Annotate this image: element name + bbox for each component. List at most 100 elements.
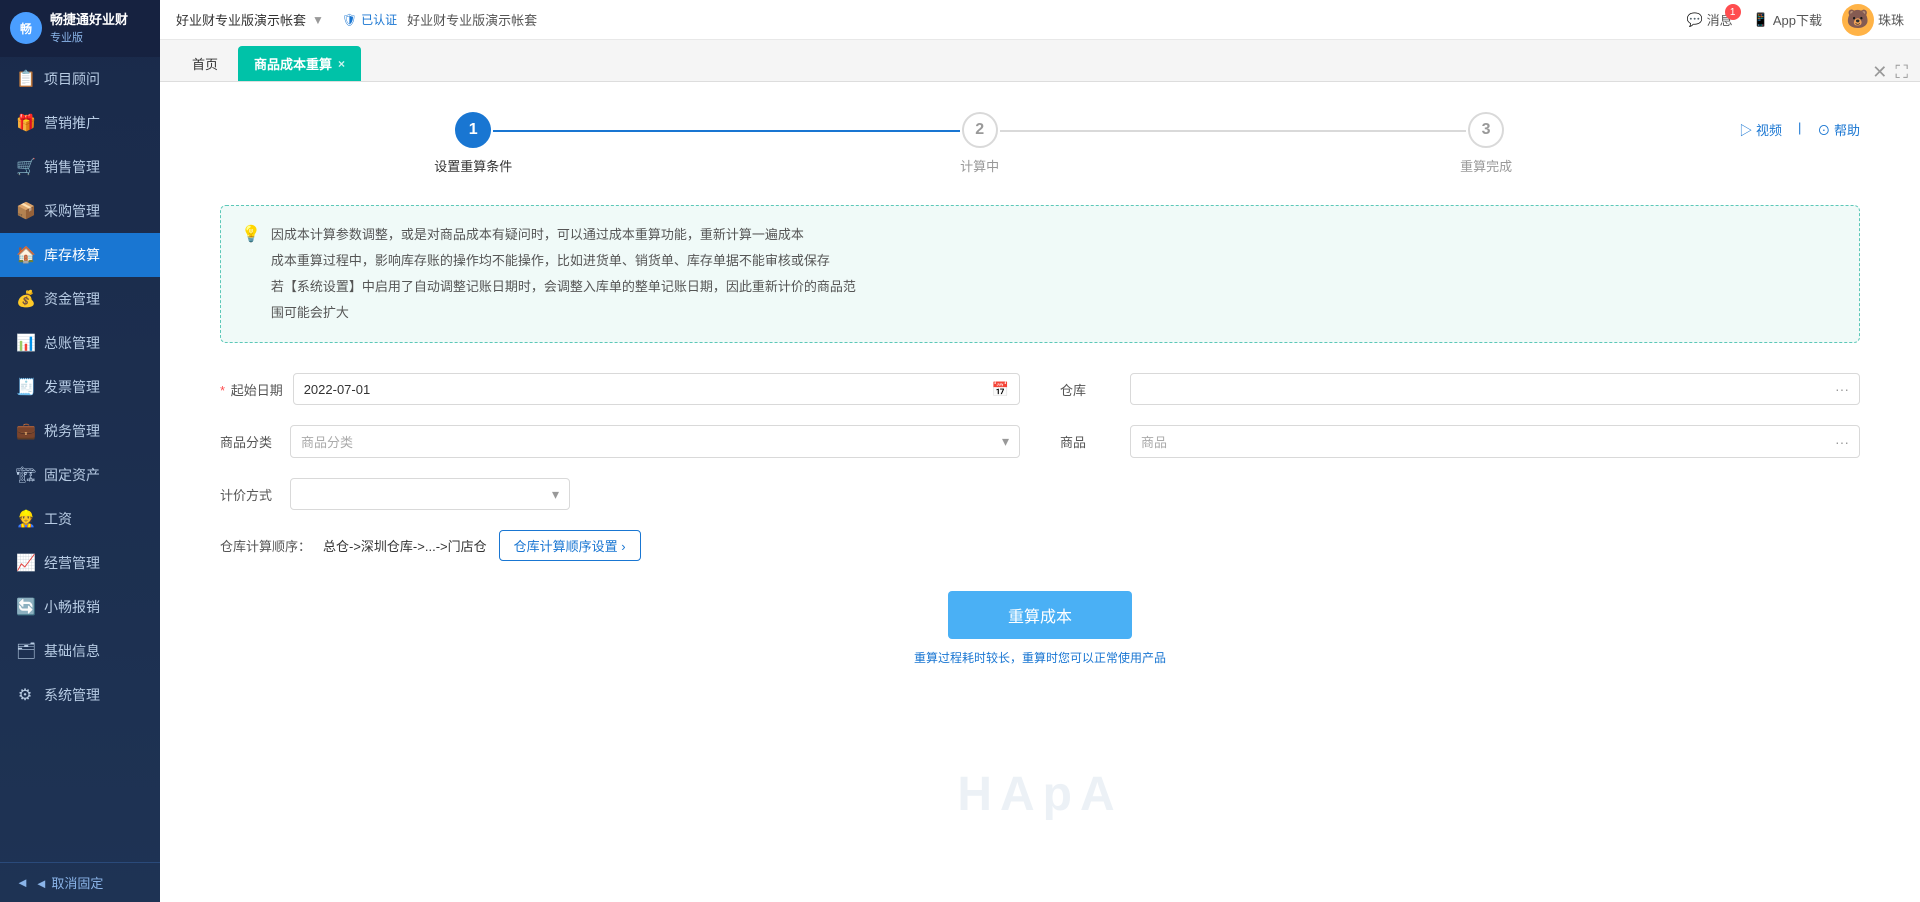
form-section: * 起始日期 2022-07-01 📅 仓库 ··· 商品分类 — [220, 373, 1860, 458]
sidebar-item-sales[interactable]: 🛒销售管理 — [0, 145, 160, 189]
sidebar-item-label-salary: 工资 — [44, 509, 72, 529]
sidebar-item-label-system: 系统管理 — [44, 685, 100, 705]
info-box: 💡 因成本计算参数调整，或是对商品成本有疑问时，可以通过成本重算功能，重新计算一… — [220, 205, 1860, 343]
watermark: HApA — [957, 767, 1122, 822]
sidebar-item-label-invoice: 发票管理 — [44, 377, 100, 397]
sidebar-item-basic[interactable]: 🗂 基础信息 — [0, 629, 160, 673]
sidebar-app-title: 畅捷通好业财 — [50, 12, 128, 29]
tax-icon: 💼 — [16, 421, 34, 441]
sidebar: 畅 畅捷通好业财 专业版 📋项目顾问🎁营销推广🛒销售管理📦采购管理🏠库存核算💰资… — [0, 0, 160, 902]
sidebar-item-tax[interactable]: 💼税务管理 — [0, 409, 160, 453]
sidebar-item-label-accounting: 总账管理 — [44, 333, 100, 353]
sidebar-item-purchase[interactable]: 📦采购管理 — [0, 189, 160, 233]
sidebar-logo: 畅 — [10, 12, 42, 44]
basic-icon: 🗂 — [16, 641, 34, 661]
sidebar-item-salary[interactable]: 👷 工资 — [0, 497, 160, 541]
info-line-1: 因成本计算参数调整，或是对商品成本有疑问时，可以通过成本重算功能，重新计算一遍成… — [271, 222, 856, 248]
info-line-3: 若【系统设置】中启用了自动调整记账日期时，会调整入库单的整单记账日期，因此重新计… — [271, 274, 856, 300]
step-2-label: 计算中 — [960, 156, 999, 175]
goods-more-icon: ··· — [1835, 434, 1849, 450]
play-icon: ▷ — [1739, 123, 1756, 138]
unpin-icon: ◄ — [16, 875, 29, 890]
salary-icon: 👷 — [16, 509, 34, 529]
warehouse-input[interactable]: ··· — [1130, 373, 1860, 405]
sidebar-item-label-marketing: 营销推广 — [44, 113, 100, 133]
start-date-row: * 起始日期 2022-07-01 📅 — [220, 373, 1020, 405]
goods-input[interactable]: 商品 ··· — [1130, 425, 1860, 458]
avatar-image: 🐻 — [1842, 4, 1874, 36]
expense-icon: 🔄 — [16, 597, 34, 617]
step-3-label: 重算完成 — [1460, 156, 1512, 175]
sidebar-item-assets[interactable]: 🏗固定资产 — [0, 453, 160, 497]
step-1-line — [493, 130, 959, 132]
invoice-icon: 🧾 — [16, 377, 34, 397]
account-arrow-icon: ▼ — [312, 13, 324, 27]
account-selector[interactable]: 好业财专业版演示帐套 ▼ — [176, 10, 324, 29]
warehouse-order-label: 仓库计算顺序： — [220, 536, 311, 555]
start-date-input[interactable]: 2022-07-01 📅 — [293, 373, 1020, 405]
message-icon: 💬 — [1686, 12, 1702, 28]
step-1-label: 设置重算条件 — [434, 156, 512, 175]
category-label: 商品分类 — [220, 432, 280, 451]
recalculate-button[interactable]: 重算成本 — [948, 591, 1132, 639]
sidebar-item-marketing[interactable]: 🎁营销推广 — [0, 101, 160, 145]
pricing-input[interactable]: ▾ — [290, 478, 570, 510]
step-1: 1 设置重算条件 — [220, 112, 726, 175]
sidebar-item-label-expense: 小畅报销 — [44, 597, 100, 617]
calendar-icon: 📅 — [992, 381, 1009, 398]
warehouse-label: 仓库 — [1060, 380, 1120, 399]
info-icon: 💡 — [241, 224, 261, 326]
tab-cost-recalculate[interactable]: 商品成本重算 × — [238, 46, 361, 81]
sidebar-item-inventory[interactable]: 🏠库存核算 — [0, 233, 160, 277]
video-link[interactable]: ▷ 视频 — [1739, 120, 1782, 139]
user-name: 珠珠 — [1878, 10, 1904, 29]
calc-section: 重算成本 重算过程耗时较长，重算时您可以正常使用产品 — [220, 591, 1860, 666]
sales-icon: 🛒 — [16, 157, 34, 177]
stepper-actions: ▷ 视频 | ⊙ 帮助 — [1739, 112, 1860, 139]
sidebar-item-operation[interactable]: 📈经营管理 — [0, 541, 160, 585]
start-date-label: * 起始日期 — [220, 380, 283, 399]
tab-home[interactable]: 首页 — [176, 46, 234, 81]
info-line-4: 围可能会扩大 — [271, 300, 856, 326]
pricing-label: 计价方式 — [220, 485, 280, 504]
main-content: 1 设置重算条件 2 计算中 3 重算完成 ▷ — [160, 82, 1920, 902]
sidebar-item-system[interactable]: ⚙系统管理 — [0, 673, 160, 717]
app-download-button[interactable]: 📱 App下载 — [1753, 10, 1822, 29]
message-badge: 1 — [1725, 4, 1741, 20]
finance-icon: 💰 — [16, 289, 34, 309]
account-full-name: 好业财专业版演示帐套 — [407, 10, 537, 29]
expand-icon[interactable]: ⛶ — [1895, 63, 1908, 81]
sidebar-unpin[interactable]: ◄ ◄ 取消固定 — [0, 862, 160, 902]
sidebar-item-accounting[interactable]: 📊 总账管理 — [0, 321, 160, 365]
goods-placeholder: 商品 — [1141, 432, 1167, 451]
accounting-icon: 📊 — [16, 333, 34, 353]
warehouse-row: 仓库 ··· — [1060, 373, 1860, 405]
account-name: 好业财专业版演示帐套 — [176, 10, 306, 29]
sidebar-item-finance[interactable]: 💰资金管理 — [0, 277, 160, 321]
warehouse-order-row: 仓库计算顺序： 总仓->深圳仓库->...->门店仓 仓库计算顺序设置 › — [220, 530, 1860, 561]
inventory-icon: 🏠 — [16, 245, 34, 265]
close-window-icon[interactable]: ✕ — [1872, 63, 1887, 81]
calc-hint: 重算过程耗时较长，重算时您可以正常使用产品 — [914, 649, 1166, 666]
help-link[interactable]: ⊙ 帮助 — [1817, 120, 1860, 139]
goods-row: 商品 商品 ··· — [1060, 425, 1860, 458]
warehouse-order-setting-button[interactable]: 仓库计算顺序设置 › — [499, 530, 641, 561]
sidebar-item-label-assets: 固定资产 — [44, 465, 100, 485]
tab-close-icon[interactable]: × — [338, 57, 345, 71]
project-icon: 📋 — [16, 69, 34, 89]
message-button[interactable]: 💬 消息 1 — [1686, 10, 1732, 29]
sidebar-item-label-basic: 基础信息 — [44, 641, 100, 661]
unpin-label: ◄ 取消固定 — [35, 873, 103, 892]
main-area: 好业财专业版演示帐套 ▼ 🛡 已认证 好业财专业版演示帐套 💬 消息 1 📱 A… — [160, 0, 1920, 902]
step-2: 2 计算中 — [726, 112, 1232, 175]
category-row: 商品分类 商品分类 ▾ — [220, 425, 1020, 458]
sidebar-item-expense[interactable]: 🔄 小畅报销 — [0, 585, 160, 629]
user-avatar[interactable]: 🐻 珠珠 — [1842, 4, 1904, 36]
verified-badge: 🛡 已认证 — [342, 11, 397, 28]
sidebar-item-project[interactable]: 📋项目顾问 — [0, 57, 160, 101]
calc-btn-label: 重算成本 — [1008, 609, 1072, 626]
step-3-circle: 3 — [1468, 112, 1504, 148]
pricing-row: 计价方式 ▾ — [220, 478, 1860, 510]
category-input[interactable]: 商品分类 ▾ — [290, 425, 1020, 458]
sidebar-item-invoice[interactable]: 🧾 发票管理 — [0, 365, 160, 409]
